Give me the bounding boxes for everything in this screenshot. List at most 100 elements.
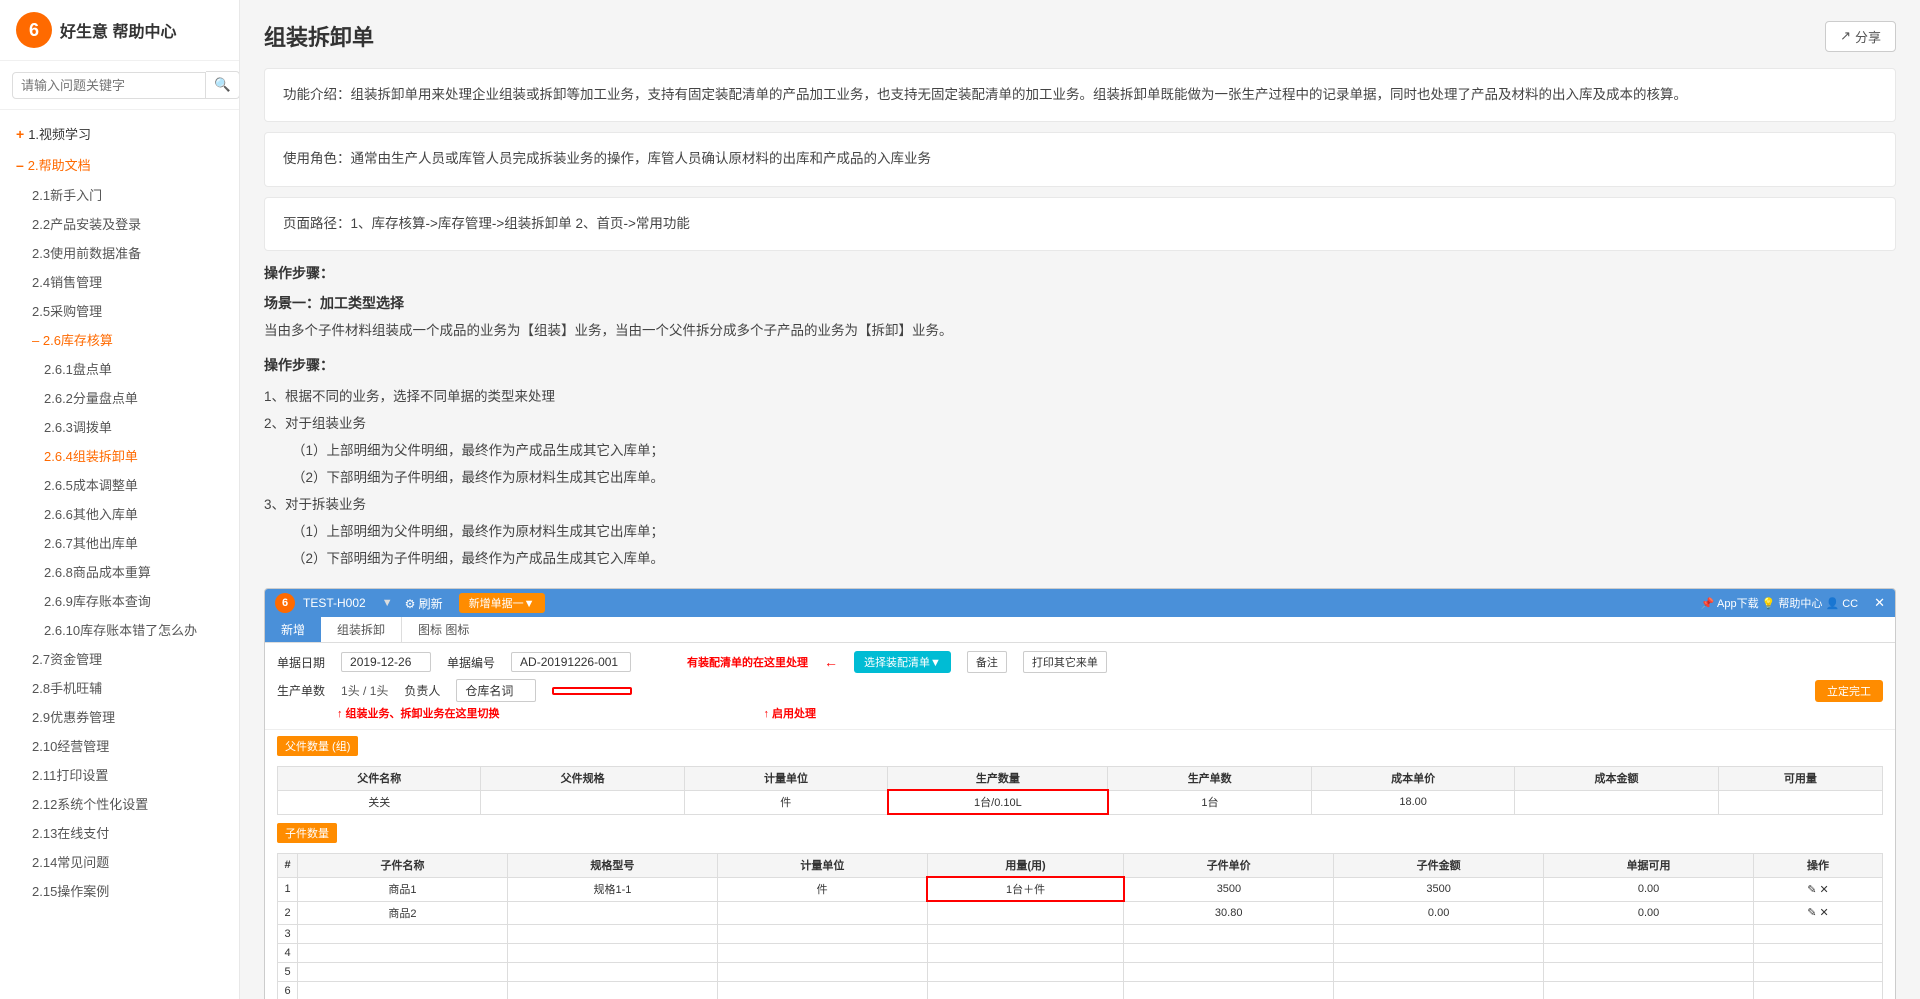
sidebar-section-label: 1.视频学习 bbox=[28, 124, 91, 143]
sidebar-item-inventory[interactable]: – 2.6库存核算 bbox=[24, 325, 239, 354]
step-3: 3、对于拆装业务 bbox=[264, 491, 1896, 518]
ss-icons: ⚙ 刷新 bbox=[405, 595, 443, 612]
ss-person-value: 仓库名词 bbox=[456, 679, 536, 702]
step-3-1: （1）上部明细为父件明细，最终作为原材料生成其它出库单； bbox=[264, 518, 1896, 545]
ss-td-prod-count: 1台 bbox=[1108, 790, 1311, 814]
ss-new-btn: 新增单据一▼ bbox=[459, 593, 545, 613]
ss-annotation-1: 有装配清单的在这里处理 bbox=[687, 654, 808, 670]
ss-close-icon: ✕ bbox=[1874, 595, 1885, 611]
sidebar-docs-children: 2.1新手入门 2.2产品安装及登录 2.3使用前数据准备 2.4销售管理 2.… bbox=[0, 180, 239, 905]
ss-select-assembly-btn: 选择装配清单▼ bbox=[854, 651, 951, 673]
sidebar-item-data-prep[interactable]: 2.3使用前数据准备 bbox=[24, 238, 239, 267]
sidebar-item-coupon[interactable]: 2.9优惠券管理 bbox=[24, 702, 239, 731]
ss-td-unit: 件 bbox=[684, 790, 887, 814]
ss-title: TEST-H002 bbox=[303, 596, 366, 610]
ss-logo: 6 bbox=[275, 593, 295, 613]
ss-child-row-2: 2 商品2 30.80 0.00 0.00 ✎ ✕ bbox=[278, 901, 1883, 924]
intro-text-3: 页面路径：1、库存核算->库存管理->组装拆卸单 2、首页->常用功能 bbox=[283, 216, 690, 231]
ss-td-prod-qty: 1台/0.10L bbox=[888, 790, 1108, 814]
ss-complete-btn: 立定完工 bbox=[1815, 680, 1883, 702]
sidebar-item-install[interactable]: 2.2产品安装及登录 bbox=[24, 209, 239, 238]
sidebar-item-assembly[interactable]: 2.6.4组装拆卸单 bbox=[36, 441, 239, 470]
search-input[interactable] bbox=[12, 72, 206, 99]
sidebar-item-newbie[interactable]: 2.1新手入门 bbox=[24, 180, 239, 209]
step-2-1: （1）上部明细为父件明细，最终作为产成品生成其它入库单； bbox=[264, 437, 1896, 464]
ss-nav-icons: 📌 App下载 💡 帮助中心 👤 CC bbox=[1701, 595, 1858, 611]
sidebar-item-print[interactable]: 2.11打印设置 bbox=[24, 760, 239, 789]
minus-icon-inventory: – bbox=[32, 333, 39, 348]
sidebar-item-transfer[interactable]: 2.6.3调拨单 bbox=[36, 412, 239, 441]
ss-th-prod-count: 生产单数 bbox=[1108, 767, 1311, 791]
minus-icon: – bbox=[16, 157, 24, 173]
sidebar-item-partial-stocktake[interactable]: 2.6.2分量盘点单 bbox=[36, 383, 239, 412]
ss-dropdown: ▼ bbox=[382, 597, 393, 609]
ss-th-prod-qty: 生产数量 bbox=[888, 767, 1108, 791]
sidebar-item-personalize[interactable]: 2.12系统个性化设置 bbox=[24, 789, 239, 818]
search-button[interactable]: 🔍 bbox=[206, 71, 240, 99]
sidebar-item-finance[interactable]: 2.7资金管理 bbox=[24, 644, 239, 673]
sidebar-item-cases[interactable]: 2.15操作案例 bbox=[24, 876, 239, 905]
ss-tabs: 新增 组装拆卸 图标 图标 bbox=[265, 617, 1895, 643]
ss-td-cost-amount bbox=[1515, 790, 1718, 814]
logo-icon: 6 bbox=[16, 12, 52, 48]
ss-child-row-3: 3 bbox=[278, 924, 1883, 943]
ss-warehouse-value bbox=[552, 687, 632, 695]
page-title: 组装拆卸单 bbox=[264, 20, 374, 52]
main-content: 组装拆卸单 ↗ 分享 功能介绍：组装拆卸单用来处理企业组装或拆卸等加工业务，支持… bbox=[240, 0, 1920, 999]
intro-text-2: 使用角色：通常由生产人员或库管人员完成拆装业务的操作，库管人员确认原材料的出库和… bbox=[283, 151, 931, 166]
intro-card-2: 使用角色：通常由生产人员或库管人员完成拆装业务的操作，库管人员确认原材料的出库和… bbox=[264, 132, 1896, 186]
ss-td-name: 关关 bbox=[278, 790, 481, 814]
intro-card-1: 功能介绍：组装拆卸单用来处理企业组装或拆卸等加工业务，支持有固定装配清单的产品加… bbox=[264, 68, 1896, 122]
ss-th-num: # bbox=[278, 854, 298, 878]
ss-tab-new: 新增 bbox=[265, 617, 321, 642]
sidebar-item-sales[interactable]: 2.4销售管理 bbox=[24, 267, 239, 296]
ops-title: 操作步骤： bbox=[264, 263, 1896, 283]
sidebar-item-cost-adj[interactable]: 2.6.5成本调整单 bbox=[36, 470, 239, 499]
sidebar-item-ops-mgmt[interactable]: 2.10经营管理 bbox=[24, 731, 239, 760]
sidebar-item-ledger-fix[interactable]: 2.6.10库存账本错了怎么办 bbox=[36, 615, 239, 644]
ss-arrow-1: ← bbox=[824, 654, 838, 670]
ss-num-value: AD-20191226-001 bbox=[511, 652, 631, 672]
nav-tree: + 1.视频学习 – 2.帮助文档 2.1新手入门 2.2产品安装及登录 2.3… bbox=[0, 110, 239, 999]
share-button[interactable]: ↗ 分享 bbox=[1825, 21, 1896, 52]
sidebar-item-cost-recalc[interactable]: 2.6.8商品成本重算 bbox=[36, 557, 239, 586]
ss-remark: 备注 bbox=[967, 651, 1007, 673]
sidebar: 6 好生意 帮助中心 🔍 + 1.视频学习 – 2.帮助文档 2.1新手入门 2… bbox=[0, 0, 240, 999]
ss-top-row-1: 关关 件 1台/0.10L 1台 18.00 bbox=[278, 790, 1883, 814]
ss-form-area: 单据日期 2019-12-26 单据编号 AD-20191226-001 有装配… bbox=[265, 643, 1895, 730]
sidebar-item-payment[interactable]: 2.13在线支付 bbox=[24, 818, 239, 847]
ss-bottom-table: # 子件名称 规格型号 计量单位 用量(用) 子件单价 子件金额 单据可用 操作… bbox=[277, 853, 1883, 999]
search-bar[interactable]: 🔍 bbox=[0, 61, 239, 110]
ss-th-parent-name: 父件名称 bbox=[278, 767, 481, 791]
sidebar-header: 6 好生意 帮助中心 bbox=[0, 0, 239, 61]
step-2: 2、对于组装业务 bbox=[264, 410, 1896, 437]
sidebar-item-mobile[interactable]: 2.8手机旺辅 bbox=[24, 673, 239, 702]
ss-date-label: 单据日期 bbox=[277, 654, 325, 671]
sidebar-item-purchase[interactable]: 2.5采购管理 bbox=[24, 296, 239, 325]
ss-th-child-amount: 子件金额 bbox=[1334, 854, 1544, 878]
ss-th-child-unit: 计量单位 bbox=[717, 854, 927, 878]
scene1-desc: 当由多个子件材料组装成一个成品的业务为【组装】业务，当由一个父件拆分成多个子产品… bbox=[264, 319, 1896, 343]
ss-annotation-3: ↑ 启用处理 bbox=[763, 708, 816, 720]
ss-th-ops: 操作 bbox=[1754, 854, 1883, 878]
ss-child-row-4: 4 bbox=[278, 943, 1883, 962]
sidebar-item-other-out[interactable]: 2.6.7其他出库单 bbox=[36, 528, 239, 557]
intro-card-3: 页面路径：1、库存核算->库存管理->组装拆卸单 2、首页->常用功能 bbox=[264, 197, 1896, 251]
sidebar-item-other-in[interactable]: 2.6.6其他入库单 bbox=[36, 499, 239, 528]
ss-th-cost-price: 成本单价 bbox=[1311, 767, 1514, 791]
ss-print-btn: 打印其它来单 bbox=[1023, 651, 1107, 673]
sidebar-inventory-children: 2.6.1盘点单 2.6.2分量盘点单 2.6.3调拨单 2.6.4组装拆卸单 … bbox=[24, 354, 239, 644]
ss-parent-label: 父件数量 (组) bbox=[277, 736, 358, 756]
screenshot-titlebar: 6 TEST-H002 ▼ ⚙ 刷新 新增单据一▼ 📌 App下载 💡 帮助中心… bbox=[265, 589, 1895, 617]
sidebar-item-docs[interactable]: – 2.帮助文档 bbox=[0, 149, 239, 180]
ss-top-table: 父件名称 父件规格 计量单位 生产数量 生产单数 成本单价 成本金额 可用量 关… bbox=[277, 766, 1883, 815]
sidebar-item-stocktake[interactable]: 2.6.1盘点单 bbox=[36, 354, 239, 383]
ss-td-cost-price: 18.00 bbox=[1311, 790, 1514, 814]
sidebar-item-ledger[interactable]: 2.6.9库存账本查询 bbox=[36, 586, 239, 615]
step-3-2: （2）下部明细为子件明细，最终作为产成品生成其它入库单。 bbox=[264, 545, 1896, 572]
share-icon: ↗ bbox=[1840, 28, 1851, 44]
sidebar-item-faq[interactable]: 2.14常见问题 bbox=[24, 847, 239, 876]
sidebar-item-video[interactable]: + 1.视频学习 bbox=[0, 118, 239, 149]
ss-child-row-6: 6 bbox=[278, 981, 1883, 999]
ss-form-row-2: 生产单数 1头 / 1头 负责人 仓库名词 立定完工 bbox=[277, 679, 1883, 702]
